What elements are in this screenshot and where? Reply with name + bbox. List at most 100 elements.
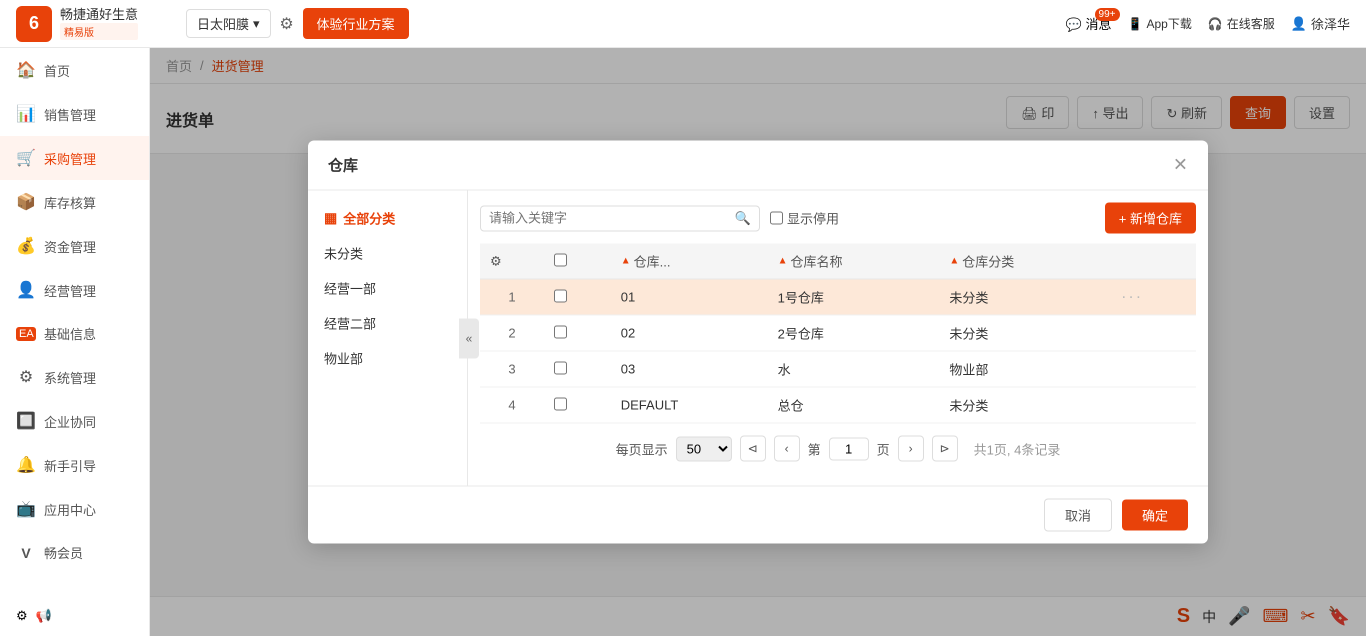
- sidebar-item-inventory[interactable]: 📦 库存核算: [0, 180, 149, 224]
- row-code-3: 03: [611, 351, 768, 387]
- row-gear-2: 2: [480, 315, 544, 351]
- add-warehouse-button[interactable]: + 新增仓库: [1105, 203, 1196, 234]
- show-disabled-checkbox[interactable]: [770, 212, 783, 225]
- gear-th-icon: ⚙: [490, 253, 502, 268]
- panel-toggle-button[interactable]: «: [459, 318, 479, 358]
- phone-icon: 📱: [1128, 17, 1143, 31]
- sidebar-item-basic-info[interactable]: EA 基础信息: [0, 312, 149, 355]
- enterprise-icon: 🔲: [16, 411, 36, 431]
- last-page-button[interactable]: ⊳: [932, 436, 958, 462]
- sidebar-item-guide[interactable]: 🔔 新手引导: [0, 443, 149, 487]
- page-input[interactable]: [829, 437, 869, 460]
- sidebar-label-home: 首页: [44, 61, 70, 80]
- notification-icon[interactable]: 💬 消息 99+: [1066, 14, 1112, 33]
- category-all[interactable]: ▦ 全部分类: [308, 201, 467, 236]
- table-row: 2 02 2号仓库 未分类: [480, 315, 1196, 351]
- main-layout: 🏠 首页 📊 销售管理 🛒 采购管理 📦 库存核算 💰 资金管理 👤 经营管理 …: [0, 48, 1366, 636]
- row-checkbox-2[interactable]: [554, 325, 567, 338]
- th-code: ▲ 仓库...: [611, 244, 768, 280]
- app-download-label: App下载: [1146, 15, 1191, 32]
- user-avatar-icon: 👤: [1291, 16, 1307, 32]
- table-header-row: ⚙ ▲ 仓库...: [480, 244, 1196, 280]
- category-property[interactable]: 物业部: [308, 341, 467, 376]
- confirm-button[interactable]: 确定: [1122, 500, 1188, 531]
- sidebar-label-app: 应用中心: [44, 500, 96, 519]
- sidebar-item-system[interactable]: ⚙ 系统管理: [0, 355, 149, 399]
- online-service-item[interactable]: 🎧 在线客服: [1208, 15, 1275, 32]
- search-icon[interactable]: 🔍: [735, 210, 751, 226]
- dropdown-arrow-icon: ▾: [253, 16, 260, 32]
- page-unit: 页: [877, 439, 890, 458]
- table-row: 3 03 水 物业部: [480, 351, 1196, 387]
- table-head: ⚙ ▲ 仓库...: [480, 244, 1196, 280]
- user-name-label: 徐泽华: [1311, 14, 1350, 33]
- category-ops1[interactable]: 经营一部: [308, 271, 467, 306]
- logo-icon: 6: [16, 6, 52, 42]
- row-checkbox-3[interactable]: [554, 361, 567, 374]
- next-page-button[interactable]: ›: [898, 436, 924, 462]
- sidebar-label-finance: 资金管理: [44, 237, 96, 256]
- sidebar-label-basic: 基础信息: [44, 324, 96, 343]
- sidebar-item-membership[interactable]: V 畅会员: [0, 531, 149, 574]
- row-name-1: 1号仓库: [768, 279, 940, 315]
- search-input[interactable]: [489, 211, 735, 226]
- search-wrap: 🔍: [480, 205, 760, 231]
- row-cat-1: 未分类: [939, 279, 1111, 315]
- warehouse-modal: 仓库 ✕ « ▦ 全部分类 未分类 经营一部: [308, 141, 1208, 544]
- category-all-label: 全部分类: [343, 209, 395, 228]
- user-menu[interactable]: 👤 徐泽华: [1291, 14, 1350, 33]
- first-page-button[interactable]: ⊲: [740, 436, 766, 462]
- sort-name-icon: ▲: [778, 256, 788, 267]
- logo-area: 6 畅捷通好生意 精易版: [16, 6, 166, 42]
- finance-icon: 💰: [16, 236, 36, 256]
- table-row: 1 01 1号仓库 未分类 ···: [480, 279, 1196, 315]
- th-name: ▲ 仓库名称: [768, 244, 940, 280]
- settings-bottom-icon[interactable]: ⚙: [16, 608, 28, 624]
- inventory-icon: 📦: [16, 192, 36, 212]
- sidebar: 🏠 首页 📊 销售管理 🛒 采购管理 📦 库存核算 💰 资金管理 👤 经营管理 …: [0, 48, 150, 636]
- per-page-label: 每页显示: [616, 439, 668, 458]
- sidebar-item-sales[interactable]: 📊 销售管理: [0, 92, 149, 136]
- category-ops2[interactable]: 经营二部: [308, 306, 467, 341]
- row-gear-1: 1: [480, 279, 544, 315]
- table-container: ⚙ ▲ 仓库...: [480, 244, 1196, 424]
- per-page-select[interactable]: 50 100 200: [676, 436, 732, 461]
- row-code-4: DEFAULT: [611, 387, 768, 423]
- category-unclassified[interactable]: 未分类: [308, 236, 467, 271]
- row-name-3: 水: [768, 351, 940, 387]
- select-all-checkbox[interactable]: [554, 253, 567, 266]
- sidebar-item-home[interactable]: 🏠 首页: [0, 48, 149, 92]
- store-name: 日太阳膜: [197, 14, 249, 33]
- category-ops2-label: 经营二部: [324, 314, 376, 333]
- row-more-2: [1111, 315, 1196, 351]
- row-checkbox-1[interactable]: [554, 289, 567, 302]
- row-more-1: ···: [1111, 279, 1196, 315]
- row-name-2: 2号仓库: [768, 315, 940, 351]
- sort-code-icon: ▲: [621, 256, 631, 267]
- settings-icon[interactable]: ⚙: [271, 8, 303, 40]
- sidebar-item-app-center[interactable]: 📺 应用中心: [0, 487, 149, 531]
- row-name-4: 总仓: [768, 387, 940, 423]
- row-cat-2: 未分类: [939, 315, 1111, 351]
- row-cat-4: 未分类: [939, 387, 1111, 423]
- sidebar-item-operations[interactable]: 👤 经营管理: [0, 268, 149, 312]
- row-check-1: [544, 279, 611, 315]
- system-icon: ⚙: [16, 367, 36, 387]
- sidebar-item-purchase[interactable]: 🛒 采购管理: [0, 136, 149, 180]
- speaker-icon[interactable]: 📢: [36, 608, 52, 624]
- app-tag: 精易版: [60, 23, 138, 40]
- sidebar-item-enterprise[interactable]: 🔲 企业协同: [0, 399, 149, 443]
- modal-close-button[interactable]: ✕: [1173, 155, 1188, 176]
- store-selector[interactable]: 日太阳膜 ▾: [186, 9, 271, 38]
- show-disabled-wrap: 显示停用: [770, 209, 839, 228]
- row-checkbox-4[interactable]: [554, 397, 567, 410]
- row-code-1: 01: [611, 279, 768, 315]
- sidebar-item-finance[interactable]: 💰 资金管理: [0, 224, 149, 268]
- purchase-icon: 🛒: [16, 148, 36, 168]
- app-download-item[interactable]: 📱 App下载: [1128, 15, 1192, 32]
- cancel-button[interactable]: 取消: [1044, 499, 1112, 532]
- right-panel: 🔍 显示停用 + 新增仓库 ⚙: [468, 191, 1208, 486]
- trial-button[interactable]: 体验行业方案: [303, 8, 409, 39]
- prev-page-button[interactable]: ‹: [774, 436, 800, 462]
- more-icon-1[interactable]: ···: [1121, 288, 1143, 305]
